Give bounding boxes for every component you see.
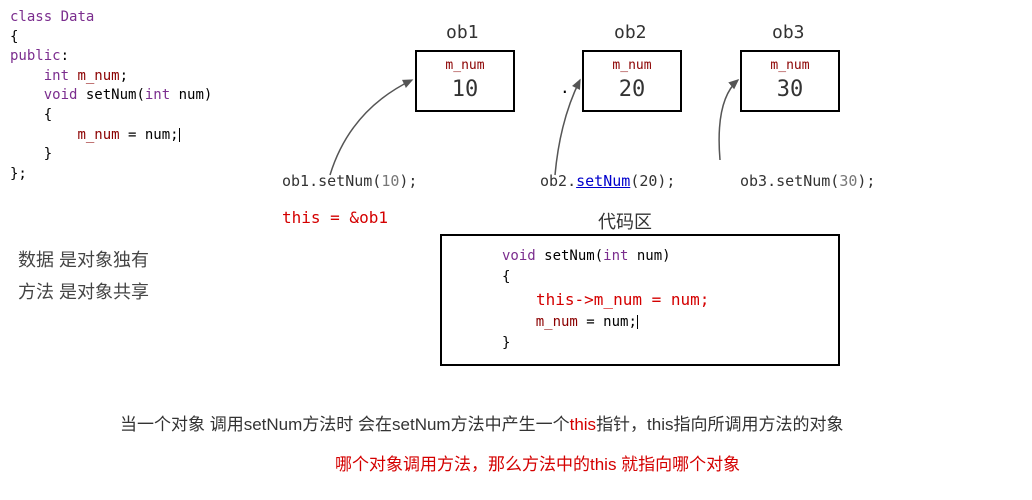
value-label: 20 [584,75,680,110]
code-line: class Data [10,8,270,28]
keyword-int: int [603,248,628,264]
keyword-void: void [44,87,78,103]
call-ob1: ob1.setNum(10); [282,172,417,190]
explanation-text-1: 当一个对象 调用setNum方法时 会在setNum方法中产生一个this指针，… [120,410,844,435]
keyword-public: public [10,48,61,64]
keyword-int: int [145,87,170,103]
code-line: public: [10,47,270,67]
member-label: m_num [742,52,838,75]
object-box-ob3: m_num 30 [740,50,840,112]
this-assignment: this->m_num = num; [462,288,818,312]
code-line: { [462,267,818,288]
keyword-void: void [502,248,536,264]
code-line: { [10,106,270,126]
keyword-class: class [10,9,52,25]
note-data-unique: 数据 是对象独有 [18,246,149,272]
value-label: 10 [417,75,513,110]
text-cursor [637,315,638,329]
code-area-title: 代码区 [598,208,652,234]
code-line: void setNum(int num) [462,246,818,267]
call-ob3: ob3.setNum(30); [740,172,875,190]
code-line: } [462,333,818,354]
code-area-box: void setNum(int num) { this->m_num = num… [440,234,840,366]
class-name: Data [52,9,94,25]
object-box-ob1: m_num 10 [415,50,515,112]
note-method-shared: 方法 是对象共享 [18,278,149,304]
method-link: setNum [576,172,630,190]
dot-separator: . [560,78,570,97]
text-cursor [179,128,180,142]
this-keyword-highlight: this [570,415,596,434]
member-name: m_num [77,127,119,143]
code-line: { [10,28,270,48]
object-label-ob2: ob2 [614,22,647,43]
object-label-ob1: ob1 [446,22,479,43]
member-name: m_num [77,68,119,84]
member-label: m_num [584,52,680,75]
code-line: }; [10,165,270,185]
keyword-int: int [44,68,69,84]
this-annotation: this = &ob1 [282,208,388,227]
code-line: m_num = num; [10,126,270,146]
code-line: m_num = num; [462,312,818,333]
object-label-ob3: ob3 [772,22,805,43]
object-box-ob2: m_num 20 [582,50,682,112]
member-label: m_num [417,52,513,75]
code-line: void setNum(int num) [10,86,270,106]
class-definition-code: class Data { public: int m_num; void set… [10,8,270,184]
code-line: int m_num; [10,67,270,87]
explanation-text-2: 哪个对象调用方法，那么方法中的this 就指向哪个对象 [335,450,740,475]
colon: : [61,48,69,64]
member-name: m_num [536,314,578,330]
code-line: } [10,145,270,165]
call-ob2: ob2.setNum(20); [540,172,675,190]
value-label: 30 [742,75,838,110]
